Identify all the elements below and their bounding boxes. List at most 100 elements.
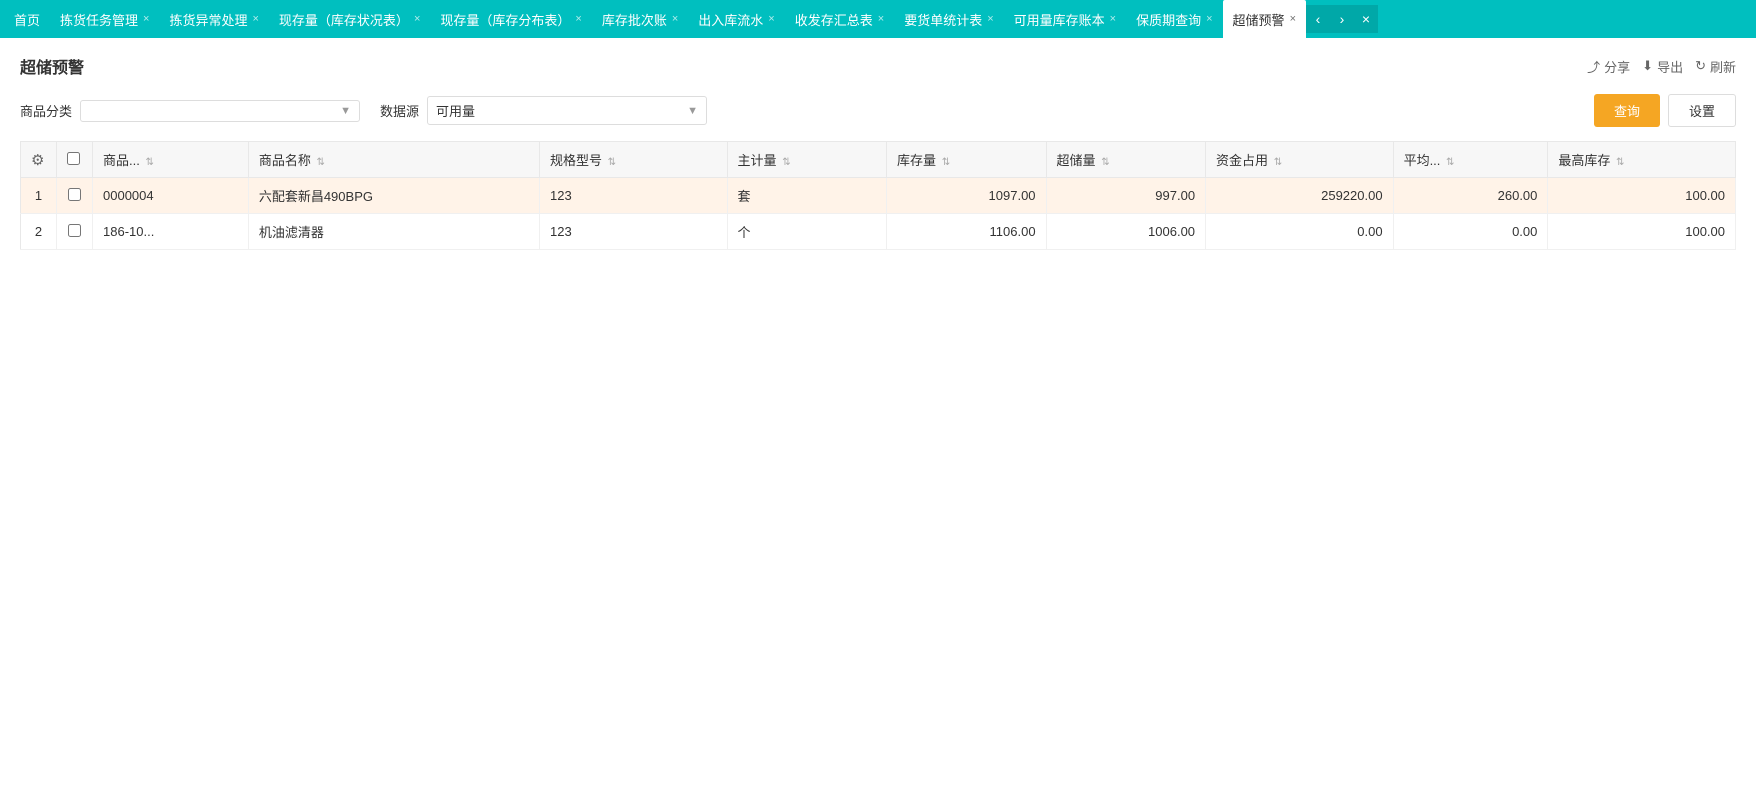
row-capital-1: 0.00 <box>1206 214 1394 250</box>
share-icon: ⤴ <box>1587 57 1600 76</box>
datasource-chevron-icon: ▼ <box>687 105 698 117</box>
row-unit-0: 套 <box>727 178 887 214</box>
th-stock: 库存量 ⇅ <box>887 142 1047 178</box>
tab-jianhuorenwu[interactable]: 拣货任务管理 × <box>50 0 159 38</box>
tab-nav-prev[interactable]: ‹ <box>1306 5 1330 33</box>
row-capital-0: 259220.00 <box>1206 178 1394 214</box>
sort-avg-icon[interactable]: ⇅ <box>1446 157 1454 168</box>
tab-close-xiancunliang-dist[interactable]: × <box>575 13 581 25</box>
th-spec: 规格型号 ⇅ <box>540 142 728 178</box>
export-button[interactable]: ⬇ 导出 <box>1642 57 1683 76</box>
sort-overstock-icon[interactable]: ⇅ <box>1101 157 1109 168</box>
tab-close-xiancunliang-kustock[interactable]: × <box>414 13 420 25</box>
category-chevron-icon: ▼ <box>340 105 351 117</box>
row-checkbox-cell-1 <box>57 214 93 250</box>
export-icon: ⬇ <box>1642 58 1653 74</box>
tab-close-chaochuyujing[interactable]: × <box>1290 13 1296 25</box>
sort-name-icon[interactable]: ⇅ <box>316 157 324 168</box>
row-code-0: 0000004 <box>93 178 249 214</box>
tab-keyongliang[interactable]: 可用量库存账本 × <box>1004 0 1126 38</box>
table-gear-icon[interactable]: ⚙ <box>31 152 44 169</box>
category-label: 商品分类 <box>20 101 72 120</box>
row-stock-1: 1106.00 <box>887 214 1047 250</box>
query-button[interactable]: 查询 <box>1594 94 1660 127</box>
row-checkbox-cell-0 <box>57 178 93 214</box>
tab-shofacun[interactable]: 收发存汇总表 × <box>785 0 894 38</box>
tab-xiancunliang-kustock[interactable]: 现存量（库存状况表） × <box>269 0 430 38</box>
select-all-checkbox[interactable] <box>67 152 80 165</box>
th-avg: 平均... ⇅ <box>1393 142 1548 178</box>
row-overstock-0: 997.00 <box>1046 178 1206 214</box>
row-checkbox-0[interactable] <box>68 188 81 201</box>
row-num-1: 2 <box>21 214 57 250</box>
row-stock-0: 1097.00 <box>887 178 1047 214</box>
tab-close-kucun-pici[interactable]: × <box>672 13 678 25</box>
sort-unit-icon[interactable]: ⇅ <box>782 157 790 168</box>
th-settings: ⚙ <box>21 142 57 178</box>
sort-maxstock-icon[interactable]: ⇅ <box>1616 157 1624 168</box>
row-spec-0: 123 <box>540 178 728 214</box>
row-spec-1: 123 <box>540 214 728 250</box>
th-unit: 主计量 ⇅ <box>727 142 887 178</box>
tab-nav-close-all[interactable]: × <box>1354 5 1378 33</box>
refresh-icon: ↻ <box>1695 58 1706 74</box>
sort-capital-icon[interactable]: ⇅ <box>1274 157 1282 168</box>
datasource-select[interactable]: 可用量 ▼ <box>427 96 707 125</box>
row-overstock-1: 1006.00 <box>1046 214 1206 250</box>
tab-close-keyongliang[interactable]: × <box>1110 13 1116 25</box>
sort-spec-icon[interactable]: ⇅ <box>608 157 616 168</box>
title-actions: ⤴ 分享 ⬇ 导出 ↻ 刷新 <box>1587 57 1736 76</box>
filter-row: 商品分类 ▼ 数据源 可用量 ▼ 查询 设置 <box>20 94 1736 127</box>
share-button[interactable]: ⤴ 分享 <box>1587 57 1630 76</box>
row-maxstock-1: 100.00 <box>1548 214 1736 250</box>
data-table: ⚙ 商品... ⇅ 商品名称 ⇅ 规格型号 ⇅ 主计量 <box>20 141 1736 250</box>
table-row: 2 186-10... 机油滤清器 123 个 1106.00 1006.00 … <box>21 214 1736 250</box>
row-maxstock-0: 100.00 <box>1548 178 1736 214</box>
th-checkbox <box>57 142 93 178</box>
tab-chaochuyujing[interactable]: 超储预警 × <box>1223 0 1306 38</box>
sort-code-icon[interactable]: ⇅ <box>145 157 153 168</box>
th-code: 商品... ⇅ <box>93 142 249 178</box>
page-title-row: 超储预警 ⤴ 分享 ⬇ 导出 ↻ 刷新 <box>20 54 1736 78</box>
row-avg-0: 260.00 <box>1393 178 1548 214</box>
th-maxstock: 最高库存 ⇅ <box>1548 142 1736 178</box>
page-title: 超储预警 <box>20 54 84 78</box>
th-capital: 资金占用 ⇅ <box>1206 142 1394 178</box>
row-name-0: 六配套新昌490BPG <box>248 178 539 214</box>
tab-churuku[interactable]: 出入库流水 × <box>688 0 784 38</box>
tab-yaohuo-count[interactable]: 要货单统计表 × <box>894 0 1003 38</box>
datasource-filter: 数据源 可用量 ▼ <box>380 96 707 125</box>
tab-xiancunliang-dist[interactable]: 现存量（库存分布表） × <box>430 0 591 38</box>
tab-nav-next[interactable]: › <box>1330 5 1354 33</box>
th-name: 商品名称 ⇅ <box>248 142 539 178</box>
settings-button[interactable]: 设置 <box>1668 94 1736 127</box>
category-select[interactable]: ▼ <box>80 100 360 122</box>
datasource-value: 可用量 <box>436 101 475 120</box>
sort-stock-icon[interactable]: ⇅ <box>942 157 950 168</box>
filter-buttons: 查询 设置 <box>1594 94 1736 127</box>
th-overstock: 超储量 ⇅ <box>1046 142 1206 178</box>
tab-jianhuo-yichang[interactable]: 拣货异常处理 × <box>159 0 268 38</box>
tab-kucun-pici[interactable]: 库存批次账 × <box>592 0 688 38</box>
tab-close-yaohuo-count[interactable]: × <box>987 13 993 25</box>
row-code-1: 186-10... <box>93 214 249 250</box>
tab-close-churuku[interactable]: × <box>768 13 774 25</box>
category-filter: 商品分类 ▼ <box>20 100 360 122</box>
tab-baozhi-query[interactable]: 保质期查询 × <box>1126 0 1222 38</box>
tab-close-jianhuorenwu[interactable]: × <box>143 13 149 25</box>
page-content: 超储预警 ⤴ 分享 ⬇ 导出 ↻ 刷新 商品分类 ▼ 数据源 <box>0 38 1756 800</box>
tab-close-jianhuo-yichang[interactable]: × <box>252 13 258 25</box>
row-avg-1: 0.00 <box>1393 214 1548 250</box>
refresh-button[interactable]: ↻ 刷新 <box>1695 57 1736 76</box>
datasource-label: 数据源 <box>380 101 419 120</box>
row-num-0: 1 <box>21 178 57 214</box>
row-unit-1: 个 <box>727 214 887 250</box>
tab-home[interactable]: 首页 <box>4 0 50 38</box>
table-row: 1 0000004 六配套新昌490BPG 123 套 1097.00 997.… <box>21 178 1736 214</box>
topbar: 首页 拣货任务管理 × 拣货异常处理 × 现存量（库存状况表） × 现存量（库存… <box>0 0 1756 38</box>
table-header-row: ⚙ 商品... ⇅ 商品名称 ⇅ 规格型号 ⇅ 主计量 <box>21 142 1736 178</box>
row-name-1: 机油滤清器 <box>248 214 539 250</box>
tab-close-shofacun[interactable]: × <box>878 13 884 25</box>
tab-close-baozhi-query[interactable]: × <box>1206 13 1212 25</box>
row-checkbox-1[interactable] <box>68 224 81 237</box>
